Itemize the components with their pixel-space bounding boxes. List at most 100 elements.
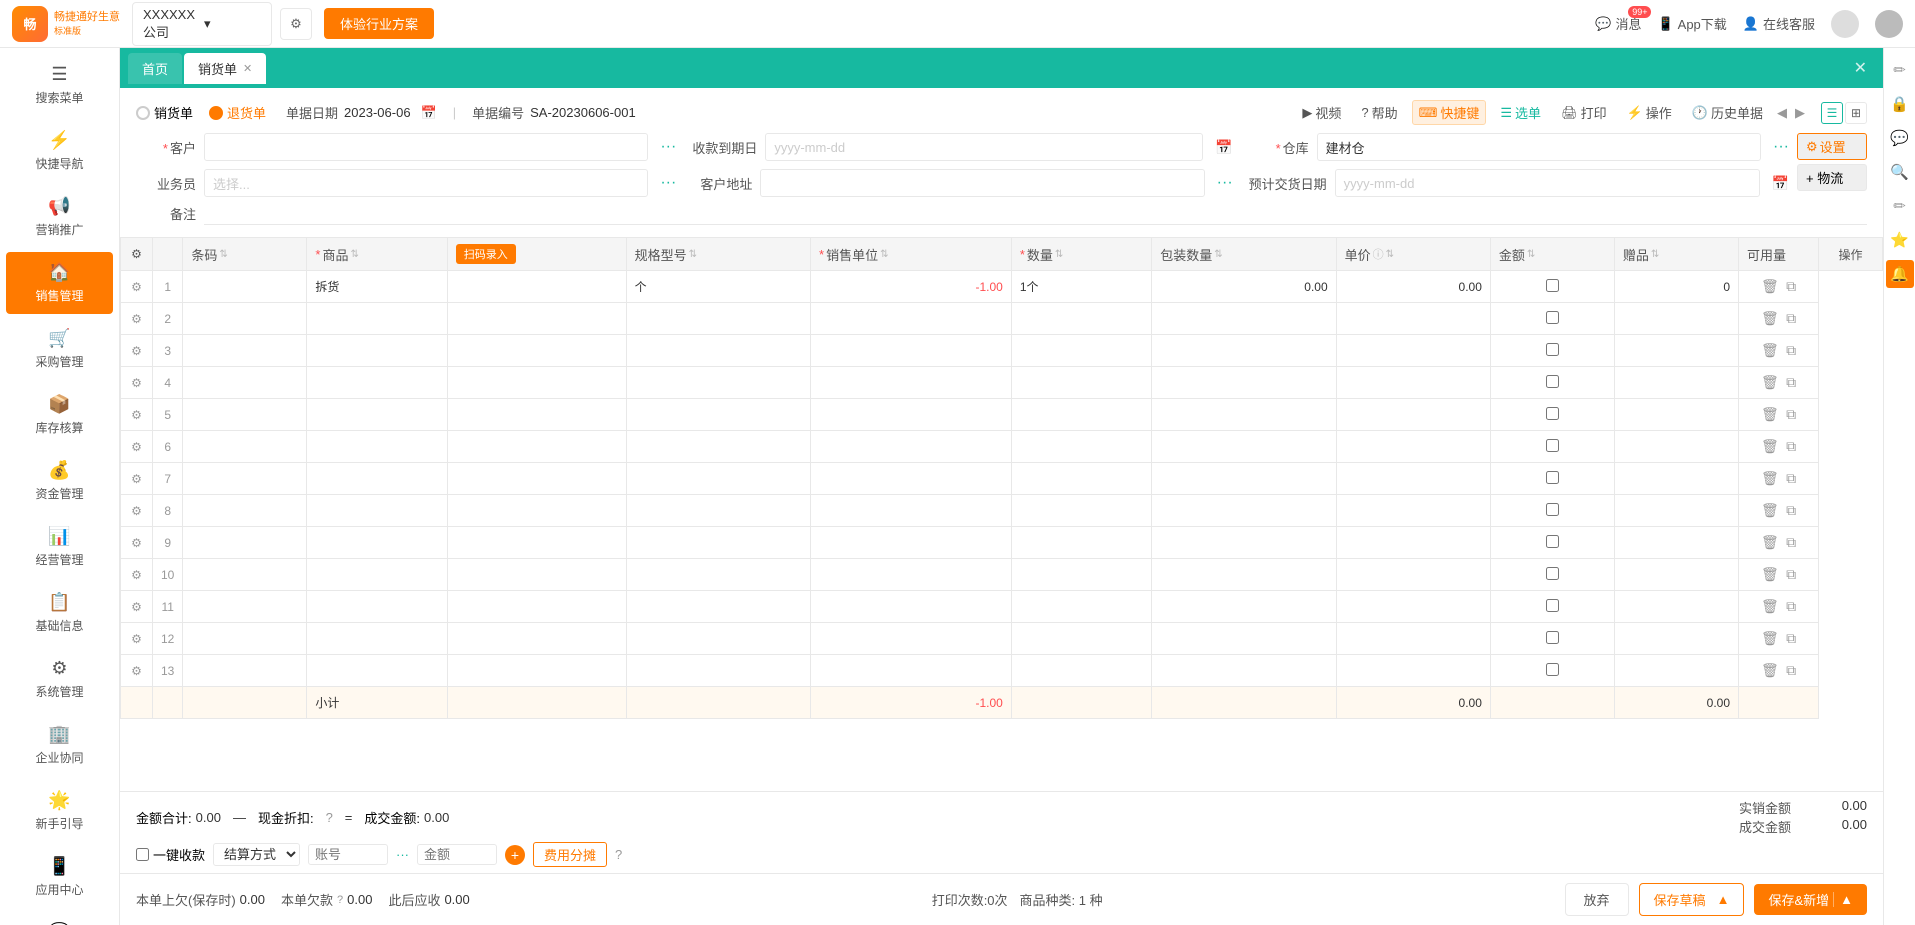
app-download-btn[interactable]: 📱 App下载 (1657, 14, 1726, 33)
row-amount-5[interactable] (1336, 431, 1490, 463)
row-gift-6[interactable] (1490, 463, 1614, 495)
draft-chevron-icon[interactable]: ▲ (1710, 892, 1730, 907)
row-pack-qty-6[interactable] (1011, 463, 1151, 495)
gift-checkbox-4[interactable] (1546, 407, 1559, 420)
row-spec-9[interactable] (447, 559, 626, 591)
nav-next-icon[interactable]: ▶ (1795, 105, 1805, 121)
row-gear-7[interactable]: ⚙ (121, 495, 153, 527)
row-qty-6[interactable] (811, 463, 1012, 495)
delete-icon-2[interactable]: 🗑 (1761, 342, 1779, 358)
row-gear-2[interactable]: ⚙ (121, 335, 153, 367)
row-gift-10[interactable] (1490, 591, 1614, 623)
account-more-icon[interactable]: ··· (396, 847, 409, 862)
customer-addr-input[interactable] (760, 169, 1204, 197)
copy-icon-6[interactable]: ⧉ (1786, 470, 1796, 486)
row-product-2[interactable] (307, 335, 447, 367)
row-pack-qty-1[interactable] (1011, 303, 1151, 335)
delete-icon-7[interactable]: 🗑 (1761, 502, 1779, 518)
row-spec-7[interactable] (447, 495, 626, 527)
delete-icon-8[interactable]: 🗑 (1761, 534, 1779, 550)
row-amount-10[interactable] (1336, 591, 1490, 623)
row-pack-qty-3[interactable] (1011, 367, 1151, 399)
row-gift-5[interactable] (1490, 431, 1614, 463)
delete-icon-12[interactable]: 🗑 (1761, 662, 1779, 678)
row-spec-6[interactable] (447, 463, 626, 495)
row-amount-8[interactable] (1336, 527, 1490, 559)
row-spec-10[interactable] (447, 591, 626, 623)
row-gear-10[interactable]: ⚙ (121, 591, 153, 623)
row-amount-2[interactable] (1336, 335, 1490, 367)
gift-checkbox-11[interactable] (1546, 631, 1559, 644)
gift-checkbox-9[interactable] (1546, 567, 1559, 580)
row-product-4[interactable] (307, 399, 447, 431)
row-product-12[interactable] (307, 655, 447, 687)
row-qty-11[interactable] (811, 623, 1012, 655)
delete-icon-10[interactable]: 🗑 (1761, 598, 1779, 614)
row-spec-12[interactable] (447, 655, 626, 687)
delete-icon-5[interactable]: 🗑 (1761, 438, 1779, 454)
tab-bar-close[interactable]: ✕ (1846, 58, 1875, 78)
settings-icon-btn[interactable]: ⚙ (280, 8, 312, 40)
row-unit-12[interactable] (626, 655, 810, 687)
customer-more-icon[interactable]: ··· (660, 138, 676, 156)
row-barcode-10[interactable] (183, 591, 307, 623)
row-price-6[interactable] (1152, 463, 1336, 495)
sidebar-item-guide[interactable]: 🌟 新手引导 (6, 780, 113, 842)
online-service-btn[interactable]: 👤 在线客服 (1743, 14, 1815, 33)
delete-icon-4[interactable]: 🗑 (1761, 406, 1779, 422)
row-product-11[interactable] (307, 623, 447, 655)
row-barcode-2[interactable] (183, 335, 307, 367)
tab-home[interactable]: 首页 (128, 53, 182, 84)
gift-checkbox-1[interactable] (1546, 311, 1559, 324)
right-panel-alert-icon[interactable]: 🔔 (1886, 260, 1914, 288)
sidebar-item-enterprise[interactable]: 🏢 企业协同 (6, 714, 113, 776)
row-amount-6[interactable] (1336, 463, 1490, 495)
row-price-12[interactable] (1152, 655, 1336, 687)
row-pack-qty-10[interactable] (1011, 591, 1151, 623)
tab-close-icon[interactable]: ✕ (243, 62, 252, 75)
delete-icon-0[interactable]: 🗑 (1761, 278, 1779, 294)
sidebar-item-operations[interactable]: 📊 经营管理 (6, 516, 113, 578)
scan-btn[interactable]: 扫码录入 (456, 244, 516, 264)
row-product-0[interactable]: 拆货 (307, 271, 447, 303)
row-product-10[interactable] (307, 591, 447, 623)
row-unit-0[interactable]: 个 (626, 271, 810, 303)
row-qty-5[interactable] (811, 431, 1012, 463)
row-barcode-0[interactable] (183, 271, 307, 303)
gift-checkbox-6[interactable] (1546, 471, 1559, 484)
right-panel-chat-icon[interactable]: 💬 (1886, 124, 1914, 152)
gift-checkbox-0[interactable] (1546, 279, 1559, 292)
copy-icon-7[interactable]: ⧉ (1786, 502, 1796, 518)
copy-icon-12[interactable]: ⧉ (1786, 662, 1796, 678)
row-qty-12[interactable] (811, 655, 1012, 687)
row-gift-3[interactable] (1490, 367, 1614, 399)
copy-icon-4[interactable]: ⧉ (1786, 406, 1796, 422)
row-product-9[interactable] (307, 559, 447, 591)
abandon-btn[interactable]: 放弃 (1565, 883, 1629, 916)
sidebar-item-marketing[interactable]: 📢 营销推广 (6, 186, 113, 248)
row-gear-9[interactable]: ⚙ (121, 559, 153, 591)
row-price-2[interactable] (1152, 335, 1336, 367)
row-unit-9[interactable] (626, 559, 810, 591)
expected-delivery-input[interactable]: yyyy-mm-dd (1335, 169, 1760, 197)
row-price-0[interactable]: 0.00 (1152, 271, 1336, 303)
row-unit-6[interactable] (626, 463, 810, 495)
row-unit-11[interactable] (626, 623, 810, 655)
sidebar-item-wechat[interactable]: 💬 企业微信 (6, 912, 113, 925)
row-gift-0[interactable] (1490, 271, 1614, 303)
add-payment-btn[interactable]: + (505, 845, 525, 865)
gift-checkbox-8[interactable] (1546, 535, 1559, 548)
row-unit-5[interactable] (626, 431, 810, 463)
logistics-btn[interactable]: + 物流 (1797, 164, 1867, 191)
row-unit-1[interactable] (626, 303, 810, 335)
row-barcode-5[interactable] (183, 431, 307, 463)
row-amount-7[interactable] (1336, 495, 1490, 527)
row-spec-4[interactable] (447, 399, 626, 431)
calendar-icon[interactable]: 📅 (421, 105, 437, 121)
nav-prev-icon[interactable]: ◀ (1777, 105, 1787, 121)
row-product-8[interactable] (307, 527, 447, 559)
copy-icon-8[interactable]: ⧉ (1786, 534, 1796, 550)
copy-icon-2[interactable]: ⧉ (1786, 342, 1796, 358)
row-gear-6[interactable]: ⚙ (121, 463, 153, 495)
amount-input[interactable] (417, 844, 497, 865)
